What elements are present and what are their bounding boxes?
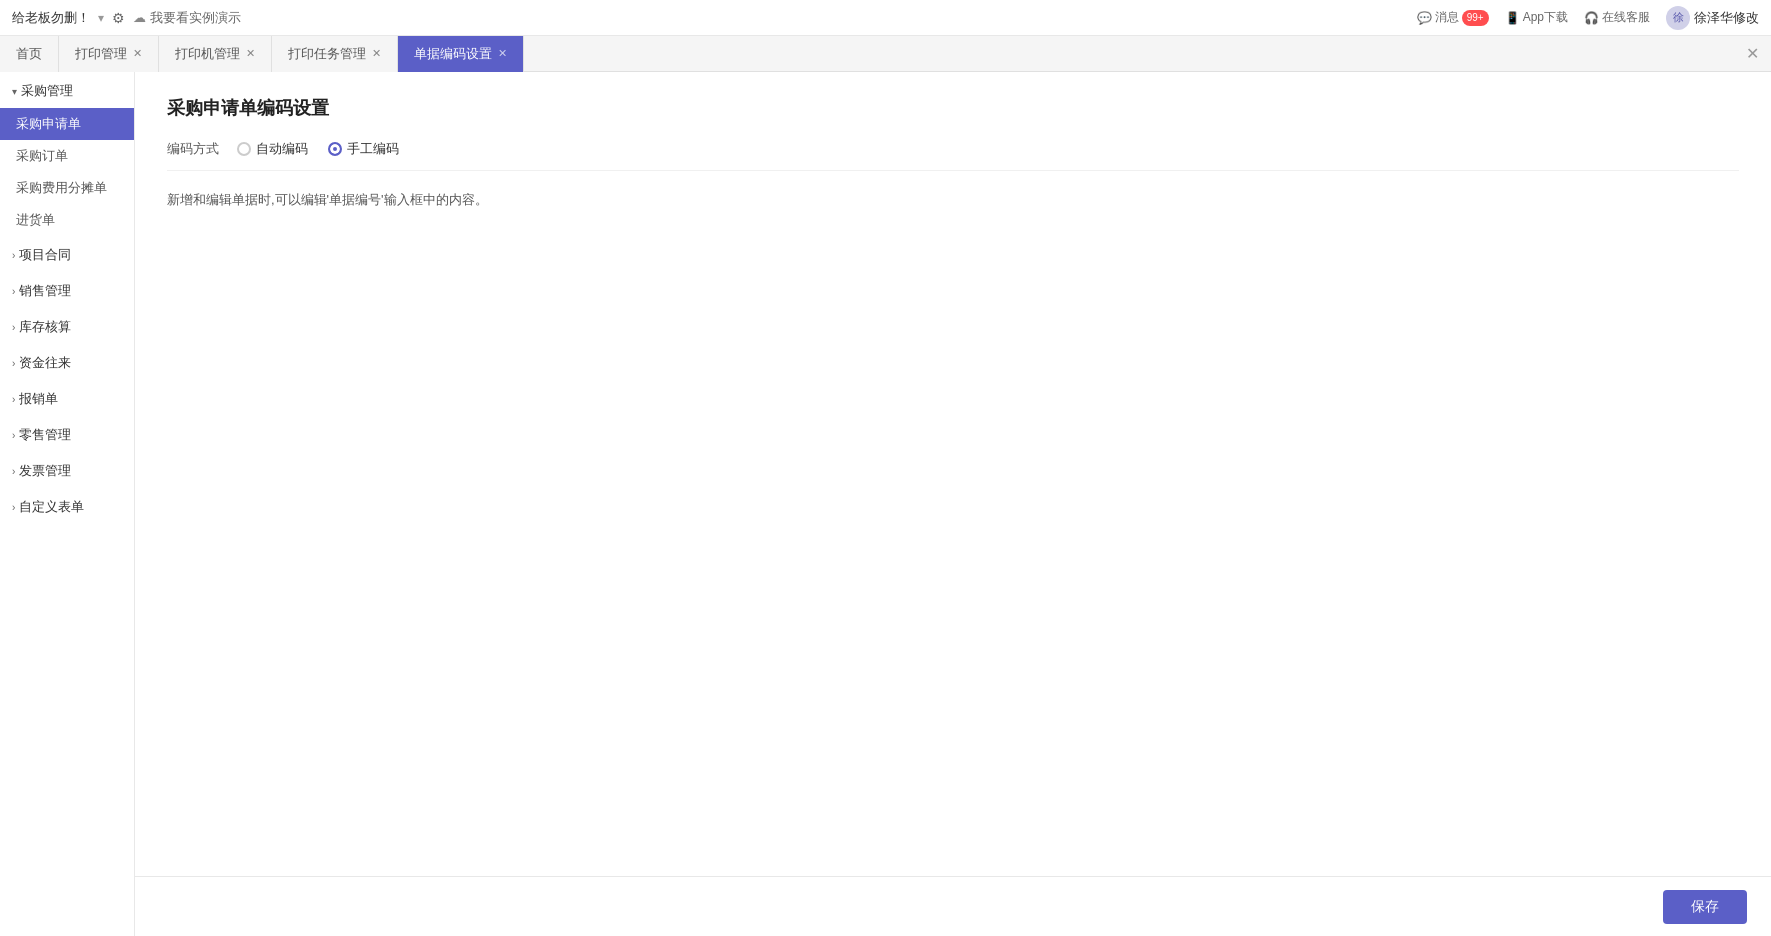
app-icon: 📱 [1505,11,1520,25]
sidebar-item-purchase-order-label: 采购订单 [16,148,68,163]
tab-home[interactable]: 首页 [0,36,59,72]
chevron-right-icon-8: › [12,502,15,513]
sidebar-group-custom-form-header[interactable]: › 自定义表单 [0,488,134,524]
sidebar-group-sales-header[interactable]: › 销售管理 [0,272,134,308]
auto-code-label: 自动编码 [256,140,308,158]
tab-home-label: 首页 [16,45,42,63]
tab-print-manage-label: 打印管理 [75,45,127,63]
sidebar-group-retail-label: 零售管理 [19,426,71,444]
sidebar-group-returns: › 报销单 [0,380,134,416]
settings-icon[interactable]: ⚙ [112,10,125,26]
title-dropdown-icon[interactable]: ▾ [98,11,104,25]
tab-voucher-code-close[interactable]: ✕ [498,47,507,60]
radio-group: 自动编码 手工编码 [237,140,399,158]
top-bar-right: 💬 消息 99+ 📱 App下载 🎧 在线客服 徐 徐泽华修改 [1417,6,1759,30]
encoding-mode-label: 编码方式 [167,140,237,158]
tab-bar-close-button[interactable]: ✕ [1734,44,1771,63]
sidebar-item-stock-in-label: 进货单 [16,212,55,227]
sidebar-group-invoice-label: 发票管理 [19,462,71,480]
sidebar-group-inventory: › 库存核算 [0,308,134,344]
sidebar-item-purchase-order[interactable]: 采购订单 [0,140,134,172]
sidebar-group-capital-label: 资金往来 [19,354,71,372]
user-menu[interactable]: 徐 徐泽华修改 [1666,6,1759,30]
message-button[interactable]: 💬 消息 99+ [1417,9,1489,26]
tab-print-task-close[interactable]: ✕ [372,47,381,60]
sidebar-item-purchase-expense-label: 采购费用分摊单 [16,180,107,195]
hint-text: 新增和编辑单据时,可以编辑'单据编号'输入框中的内容。 [167,191,1739,209]
tab-print-manage[interactable]: 打印管理 ✕ [59,36,159,72]
chevron-right-icon-6: › [12,430,15,441]
sidebar-item-purchase-expense[interactable]: 采购费用分摊单 [0,172,134,204]
service-label: 在线客服 [1602,9,1650,26]
tab-print-manage-close[interactable]: ✕ [133,47,142,60]
content-area: 采购申请单编码设置 编码方式 自动编码 手工编码 新增和编辑单据时,可以编辑'单… [135,72,1771,936]
sidebar-group-sales: › 销售管理 [0,272,134,308]
tab-voucher-code-label: 单据编码设置 [414,45,492,63]
service-icon: 🎧 [1584,11,1599,25]
manual-code-radio-circle [328,142,342,156]
chevron-right-icon-3: › [12,322,15,333]
tab-print-task[interactable]: 打印任务管理 ✕ [272,36,398,72]
content-footer: 保存 [135,876,1771,936]
sidebar-group-retail-header[interactable]: › 零售管理 [0,416,134,452]
sidebar: ▾ 采购管理 采购申请单 采购订单 采购费用分摊单 进货单 › 项目合同 [0,72,135,936]
sidebar-group-purchase-label: 采购管理 [21,82,73,100]
sidebar-item-stock-in[interactable]: 进货单 [0,204,134,236]
encoding-mode-section: 编码方式 自动编码 手工编码 [167,140,1739,171]
save-button[interactable]: 保存 [1663,890,1747,924]
sidebar-group-retail: › 零售管理 [0,416,134,452]
chevron-right-icon-4: › [12,358,15,369]
sidebar-group-purchase-header[interactable]: ▾ 采购管理 [0,72,134,108]
tab-printer-manage-label: 打印机管理 [175,45,240,63]
sidebar-group-capital: › 资金往来 [0,344,134,380]
sidebar-group-invoice-header[interactable]: › 发票管理 [0,452,134,488]
sidebar-group-inventory-label: 库存核算 [19,318,71,336]
chevron-right-icon-5: › [12,394,15,405]
sidebar-item-purchase-request[interactable]: 采购申请单 [0,108,134,140]
sidebar-group-returns-header[interactable]: › 报销单 [0,380,134,416]
app-download-button[interactable]: 📱 App下载 [1505,9,1568,26]
message-label: 消息 [1435,9,1459,26]
top-bar-left: 给老板勿删！ ▾ ⚙ ☁ 我要看实例演示 [12,9,241,27]
top-bar: 给老板勿删！ ▾ ⚙ ☁ 我要看实例演示 💬 消息 99+ 📱 App下载 🎧 … [0,0,1771,36]
tab-printer-manage[interactable]: 打印机管理 ✕ [159,36,272,72]
demo-link[interactable]: ☁ 我要看实例演示 [133,9,241,27]
user-name: 徐泽华修改 [1694,9,1759,27]
sidebar-group-custom-form-label: 自定义表单 [19,498,84,516]
app-label: App下载 [1523,9,1568,26]
avatar: 徐 [1666,6,1690,30]
main-layout: ▾ 采购管理 采购申请单 采购订单 采购费用分摊单 进货单 › 项目合同 [0,72,1771,936]
sidebar-group-capital-header[interactable]: › 资金往来 [0,344,134,380]
sidebar-group-invoice: › 发票管理 [0,452,134,488]
demo-cloud-icon: ☁ [133,10,146,25]
content-main: 采购申请单编码设置 编码方式 自动编码 手工编码 新增和编辑单据时,可以编辑'单… [135,72,1771,876]
chevron-right-icon-2: › [12,286,15,297]
sidebar-group-project: › 项目合同 [0,236,134,272]
auto-code-radio[interactable]: 自动编码 [237,140,308,158]
page-title: 采购申请单编码设置 [167,96,1739,120]
tab-printer-manage-close[interactable]: ✕ [246,47,255,60]
tab-voucher-code[interactable]: 单据编码设置 ✕ [398,36,524,72]
tab-print-task-label: 打印任务管理 [288,45,366,63]
auto-code-radio-circle [237,142,251,156]
message-icon: 💬 [1417,11,1432,25]
sidebar-group-project-label: 项目合同 [19,246,71,264]
sidebar-group-inventory-header[interactable]: › 库存核算 [0,308,134,344]
sidebar-group-project-header[interactable]: › 项目合同 [0,236,134,272]
sidebar-group-custom-form: › 自定义表单 [0,488,134,524]
sidebar-item-purchase-request-label: 采购申请单 [16,116,81,131]
sidebar-group-returns-label: 报销单 [19,390,58,408]
chevron-right-icon: › [12,250,15,261]
manual-code-label: 手工编码 [347,140,399,158]
sidebar-group-sales-label: 销售管理 [19,282,71,300]
online-service-button[interactable]: 🎧 在线客服 [1584,9,1650,26]
message-count: 99+ [1462,10,1489,26]
chevron-down-icon: ▾ [12,86,17,97]
manual-code-radio[interactable]: 手工编码 [328,140,399,158]
app-title: 给老板勿删！ [12,9,90,27]
chevron-right-icon-7: › [12,466,15,477]
sidebar-group-purchase: ▾ 采购管理 采购申请单 采购订单 采购费用分摊单 进货单 [0,72,134,236]
demo-text: 我要看实例演示 [150,9,241,27]
tab-bar: 首页 打印管理 ✕ 打印机管理 ✕ 打印任务管理 ✕ 单据编码设置 ✕ ✕ [0,36,1771,72]
